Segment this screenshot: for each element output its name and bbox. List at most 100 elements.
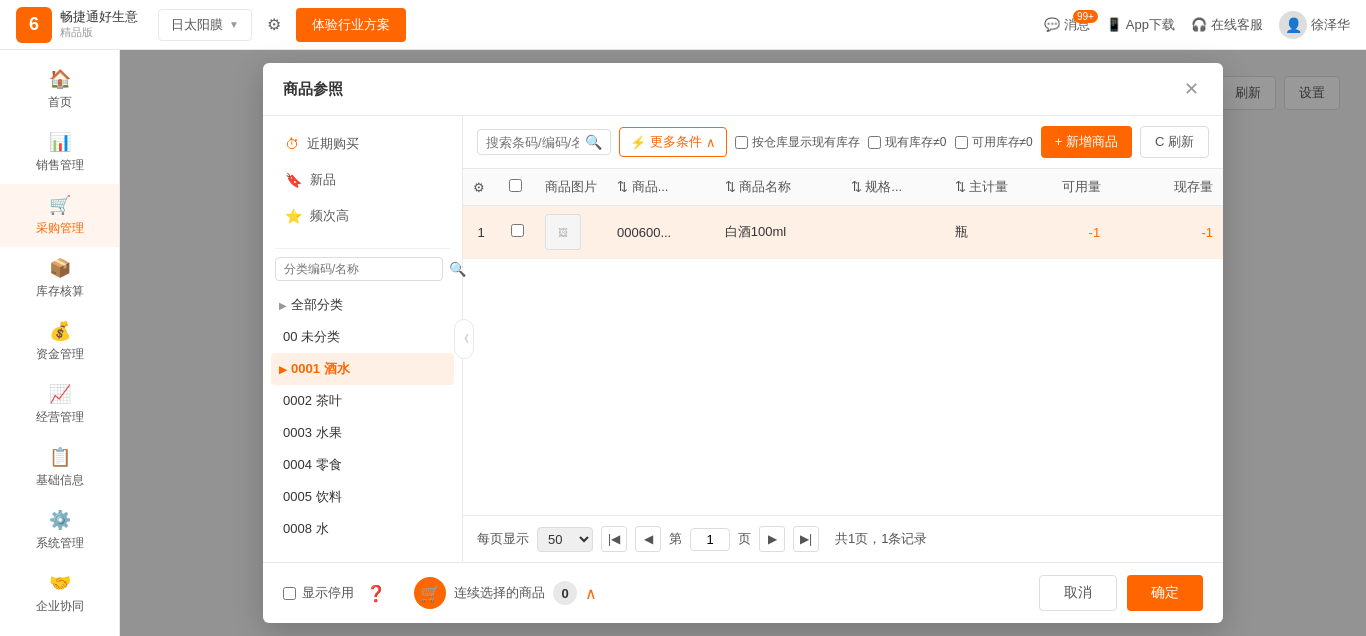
service-item[interactable]: 🎧 在线客服 (1191, 16, 1263, 34)
cat-item-all[interactable]: ▶ 全部分类 (271, 289, 454, 321)
prev-page-button[interactable]: ◀ (635, 526, 661, 552)
checkbox-warehouse[interactable]: 按仓库显示现有库存 (735, 134, 860, 151)
company-selector[interactable]: 日太阳膜 ▼ (158, 9, 252, 41)
cat-item-appliance[interactable]: 0010 家电 (271, 545, 454, 550)
col-name: ⇅ 商品名称 (715, 169, 841, 206)
new-icon: 🔖 (285, 172, 302, 188)
cart-icon[interactable]: 🛒 (414, 577, 446, 609)
table-row[interactable]: 1 🖼 (463, 206, 1223, 259)
page-number-input[interactable] (690, 528, 730, 551)
category-search-input[interactable] (275, 257, 443, 281)
product-search-icon[interactable]: 🔍 (585, 134, 602, 150)
filter-button[interactable]: ⚡ 更多条件 ∧ (619, 127, 727, 157)
modal-footer: 显示停用 ❓ 🛒 连续选择的商品 0 ∧ 取消 确定 (263, 562, 1223, 623)
sort-icon-4: ⇅ (955, 179, 966, 194)
main-layout: 🏠 首页 📊 销售管理 🛒 采购管理 📦 库存核算 💰 资金管理 📈 经营管理 … (0, 50, 1366, 636)
col-code: ⇅ 商品... (607, 169, 715, 206)
sidebar-item-corp[interactable]: 🤝 企业协同 (0, 562, 119, 625)
row-name: 白酒100ml (715, 206, 841, 259)
home-icon: 🏠 (49, 68, 71, 90)
cat-item-liquor[interactable]: ▶ 0001 酒水 (271, 353, 454, 385)
left-tab-new[interactable]: 🔖 新品 (275, 164, 450, 196)
sidebar-item-basic[interactable]: 📋 基础信息 (0, 436, 119, 499)
col-spec: ⇅ 规格... (841, 169, 945, 206)
sidebar-label-basic: 基础信息 (36, 472, 84, 489)
row-unit: 瓶 (945, 206, 1052, 259)
cat-item-snack[interactable]: 0004 零食 (271, 449, 454, 481)
last-page-button[interactable]: ▶| (793, 526, 819, 552)
row-code: 000600... (607, 206, 715, 259)
inventory-icon: 📦 (49, 257, 71, 279)
modal-header: 商品参照 ✕ (263, 63, 1223, 116)
row-checkbox[interactable] (499, 206, 535, 259)
cat-item-fruit[interactable]: 0003 水果 (271, 417, 454, 449)
selector-arrow-icon: ▼ (229, 19, 239, 30)
cancel-button[interactable]: 取消 (1039, 575, 1117, 611)
sidebar-item-sales[interactable]: 📊 销售管理 (0, 121, 119, 184)
collapse-button[interactable]: 《 (454, 319, 474, 359)
footer-right: 取消 确定 (1039, 575, 1203, 611)
checkbox-stock-nonzero[interactable]: 现有库存≠0 (868, 134, 946, 151)
first-page-button[interactable]: |◀ (601, 526, 627, 552)
product-table: ⚙ 商品图片 (463, 169, 1223, 259)
logo-brand: 畅捷通好生意 (60, 9, 138, 25)
message-icon: 💬 (1044, 17, 1060, 32)
cat-item-uncategorized[interactable]: 00 未分类 (271, 321, 454, 353)
sort-icon: ⇅ (617, 179, 628, 194)
col-unit: ⇅ 主计量 (945, 169, 1052, 206)
sidebar-item-inventory[interactable]: 📦 库存核算 (0, 247, 119, 310)
checkbox-available-nonzero[interactable]: 可用库存≠0 (955, 134, 1033, 151)
close-icon[interactable]: ✕ (1179, 77, 1203, 101)
page-size-label: 每页显示 (477, 530, 529, 548)
avatar: 👤 (1279, 11, 1307, 39)
left-tab-frequent[interactable]: ⭐ 频次高 (275, 200, 450, 232)
filter-arrow-icon: ∧ (706, 135, 716, 150)
add-product-button[interactable]: + 新增商品 (1041, 126, 1132, 158)
show-disabled-checkbox[interactable] (283, 587, 296, 600)
left-tab-recent[interactable]: ⏱ 近期购买 (275, 128, 450, 160)
row-select-checkbox[interactable] (511, 224, 524, 237)
settings-icon[interactable]: ⚙ (258, 9, 290, 41)
cat-active-arrow-icon: ▶ (279, 364, 287, 375)
select-all-checkbox[interactable] (509, 179, 522, 192)
content-area: 查询 刷新 设置 商品参照 ✕ (120, 50, 1366, 636)
warehouse-checkbox[interactable] (735, 136, 748, 149)
sidebar: 🏠 首页 📊 销售管理 🛒 采购管理 📦 库存核算 💰 资金管理 📈 经营管理 … (0, 50, 120, 636)
app-download-item[interactable]: 📱 App下载 (1106, 16, 1175, 34)
sidebar-item-purchase[interactable]: 🛒 采购管理 (0, 184, 119, 247)
page-size-select[interactable]: 20 50 100 (537, 527, 593, 552)
logo-area: 6 畅捷通好生意 精品版 (16, 7, 138, 43)
message-icon-item[interactable]: 💬 消息 99+ (1044, 16, 1090, 34)
next-page-button[interactable]: ▶ (759, 526, 785, 552)
sidebar-item-operation[interactable]: 📈 经营管理 (0, 373, 119, 436)
cart-collapse-icon[interactable]: ∧ (585, 584, 597, 603)
col-check (499, 169, 535, 206)
gear-icon[interactable]: ⚙ (473, 180, 485, 195)
sidebar-item-home[interactable]: 🏠 首页 (0, 58, 119, 121)
cat-item-beverage[interactable]: 0005 饮料 (271, 481, 454, 513)
sidebar-item-guide[interactable]: 🎯 新手引导 (0, 625, 119, 636)
sidebar-item-system[interactable]: ⚙️ 系统管理 (0, 499, 119, 562)
confirm-button[interactable]: 确定 (1127, 575, 1203, 611)
operation-icon: 📈 (49, 383, 71, 405)
user-item[interactable]: 👤 徐泽华 (1279, 11, 1350, 39)
help-icon[interactable]: ❓ (366, 584, 386, 603)
refresh-button[interactable]: C 刷新 (1140, 126, 1209, 158)
product-search-input[interactable] (486, 135, 579, 150)
left-divider (275, 248, 450, 249)
sidebar-label-operation: 经营管理 (36, 409, 84, 426)
logo-sub: 精品版 (60, 25, 138, 40)
show-disabled-label[interactable]: 显示停用 (283, 584, 354, 602)
stock-nonzero-checkbox[interactable] (868, 136, 881, 149)
purchase-icon: 🛒 (49, 194, 71, 216)
cat-item-tea[interactable]: 0002 茶叶 (271, 385, 454, 417)
sidebar-item-finance[interactable]: 💰 资金管理 (0, 310, 119, 373)
cat-item-water[interactable]: 0008 水 (271, 513, 454, 545)
modal-toolbar: 🔍 ⚡ 更多条件 ∧ 按仓库显示现有库存 (463, 116, 1223, 169)
trial-button[interactable]: 体验行业方案 (296, 8, 406, 42)
basic-icon: 📋 (49, 446, 71, 468)
category-search-icon[interactable]: 🔍 (449, 261, 466, 277)
available-nonzero-checkbox[interactable] (955, 136, 968, 149)
row-no: 1 (463, 206, 499, 259)
col-available: 可用量 (1052, 169, 1138, 206)
